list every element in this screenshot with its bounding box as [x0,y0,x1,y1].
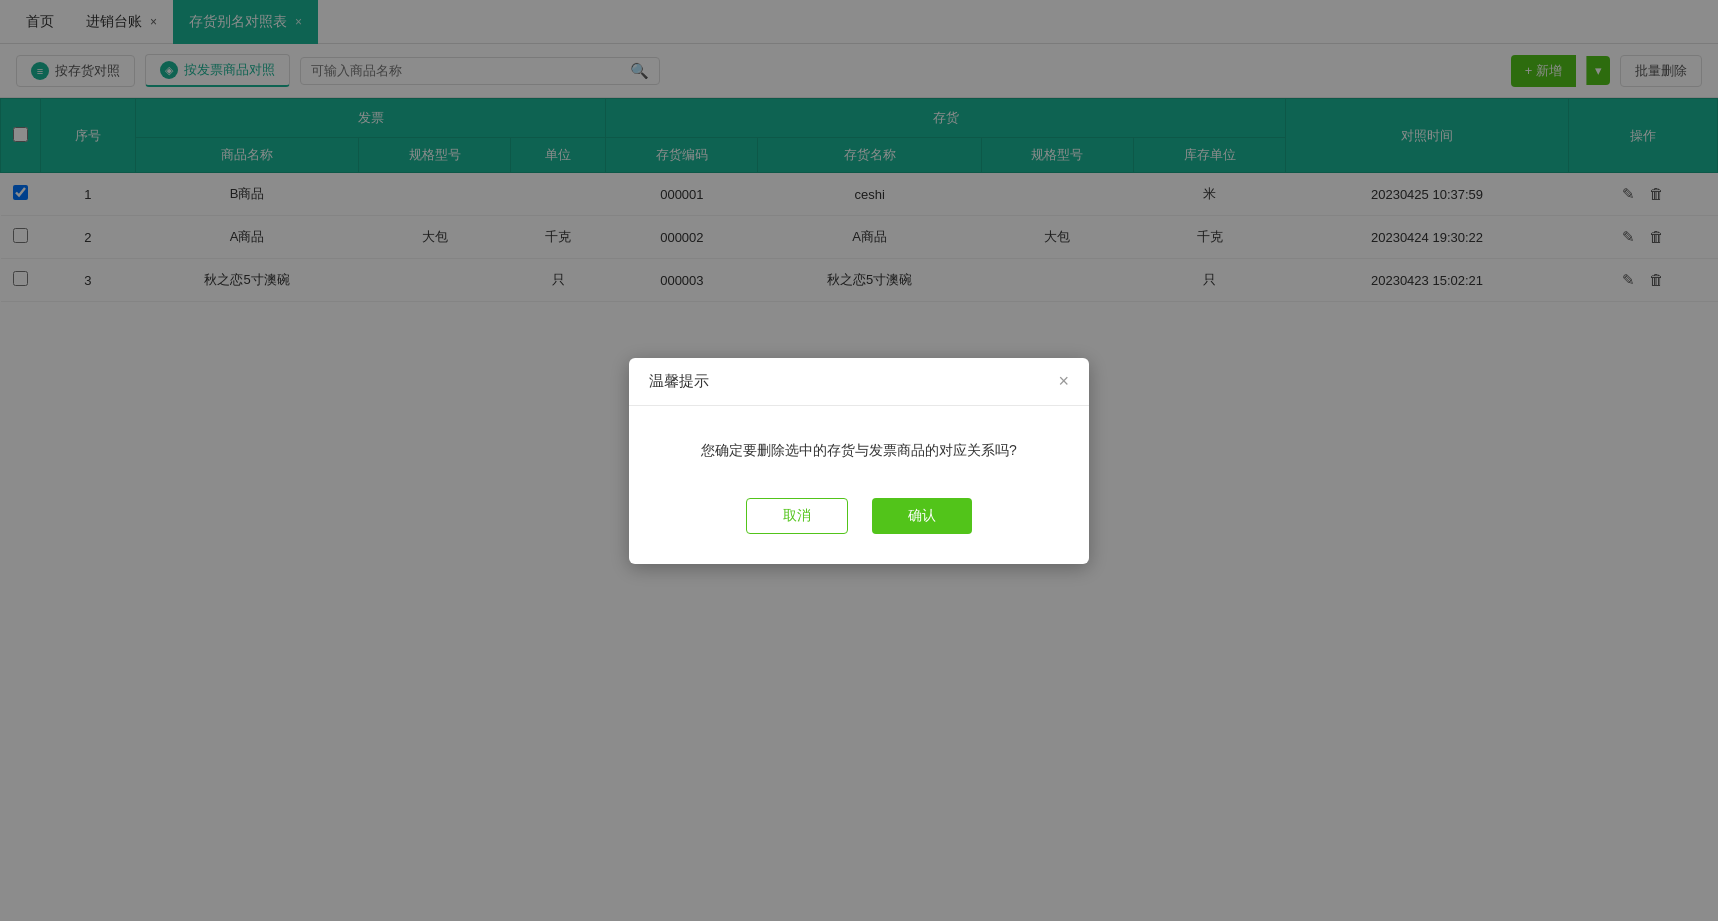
cancel-button[interactable]: 取消 [746,498,848,534]
dialog-header: 温馨提示 × [629,358,1089,406]
dialog: 温馨提示 × 您确定要删除选中的存货与发票商品的对应关系吗? 取消 确认 [629,358,1089,564]
dialog-body: 您确定要删除选中的存货与发票商品的对应关系吗? [629,406,1089,488]
modal-overlay: 温馨提示 × 您确定要删除选中的存货与发票商品的对应关系吗? 取消 确认 [0,0,1718,921]
dialog-close-button[interactable]: × [1058,372,1069,390]
dialog-title: 温馨提示 [649,372,709,391]
confirm-button[interactable]: 确认 [872,498,972,534]
dialog-footer: 取消 确认 [629,488,1089,564]
dialog-message: 您确定要删除选中的存货与发票商品的对应关系吗? [701,442,1017,458]
